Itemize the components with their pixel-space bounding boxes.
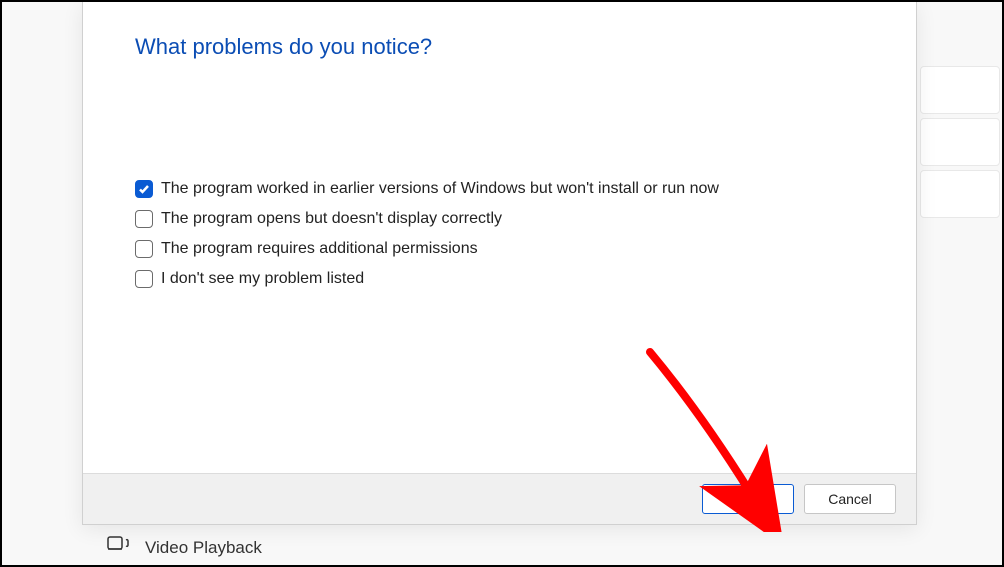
settings-background-item: Video Playback: [107, 536, 262, 559]
problem-options-list: The program worked in earlier versions o…: [135, 180, 864, 288]
dialog-title: What problems do you notice?: [135, 34, 864, 60]
checkbox-earlier-versions[interactable]: [135, 180, 153, 198]
checkbox-problem-not-listed[interactable]: [135, 270, 153, 288]
checkbox-additional-permissions[interactable]: [135, 240, 153, 258]
option-label: The program worked in earlier versions o…: [161, 180, 719, 198]
troubleshooter-dialog: What problems do you notice? The program…: [82, 2, 917, 525]
option-label: I don't see my problem listed: [161, 270, 364, 288]
dialog-body: What problems do you notice? The program…: [83, 2, 916, 473]
option-display-incorrect[interactable]: The program opens but doesn't display co…: [135, 210, 864, 228]
background-list-item: [920, 66, 1000, 114]
option-problem-not-listed[interactable]: I don't see my problem listed: [135, 270, 864, 288]
settings-background-label: Video Playback: [145, 538, 262, 558]
background-list-item: [920, 118, 1000, 166]
check-icon: [138, 183, 150, 195]
checkbox-display-incorrect[interactable]: [135, 210, 153, 228]
video-playback-icon: [107, 536, 129, 559]
option-label: The program opens but doesn't display co…: [161, 210, 502, 228]
dialog-footer: Next Cancel: [83, 473, 916, 524]
option-additional-permissions[interactable]: The program requires additional permissi…: [135, 240, 864, 258]
background-list-item: [920, 170, 1000, 218]
cancel-button[interactable]: Cancel: [804, 484, 896, 514]
option-earlier-versions[interactable]: The program worked in earlier versions o…: [135, 180, 864, 198]
next-button[interactable]: Next: [702, 484, 794, 514]
option-label: The program requires additional permissi…: [161, 240, 478, 258]
